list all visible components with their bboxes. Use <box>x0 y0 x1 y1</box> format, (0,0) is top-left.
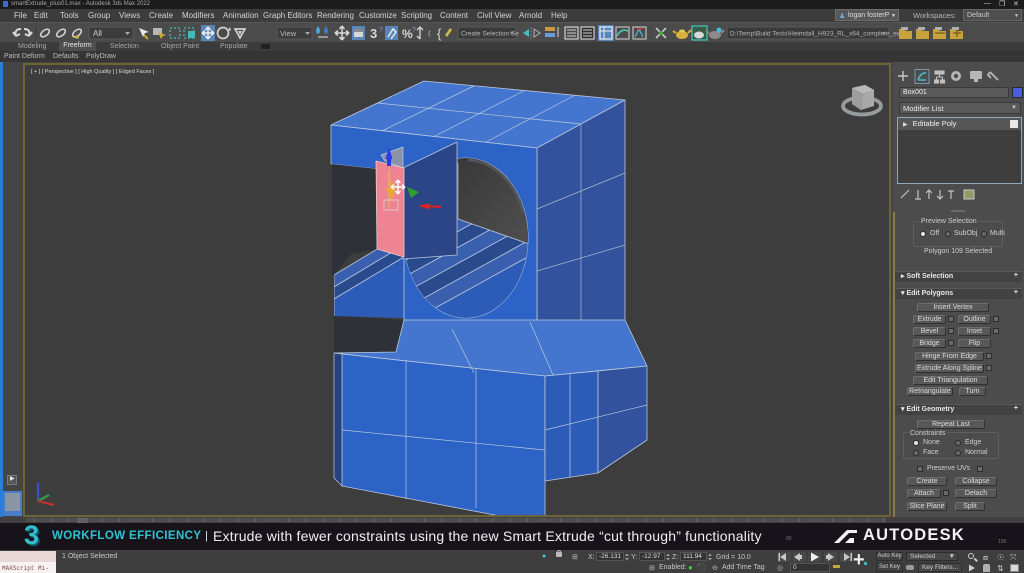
svg-text:Create Selection Se: Create Selection Se <box>461 31 519 38</box>
svg-text:View: View <box>280 29 297 38</box>
svg-text:3: 3 <box>370 26 377 41</box>
svg-text:{: { <box>437 26 442 41</box>
svg-text:?: ? <box>379 27 383 34</box>
svg-text:All: All <box>93 29 102 38</box>
svg-text:D:\Temp\Build Tests\Heimdall_H: D:\Temp\Build Tests\Heimdall_H923_RL_x64… <box>730 31 904 38</box>
svg-text:﹙: ﹙ <box>425 28 434 38</box>
svg-text:?: ? <box>412 27 416 34</box>
